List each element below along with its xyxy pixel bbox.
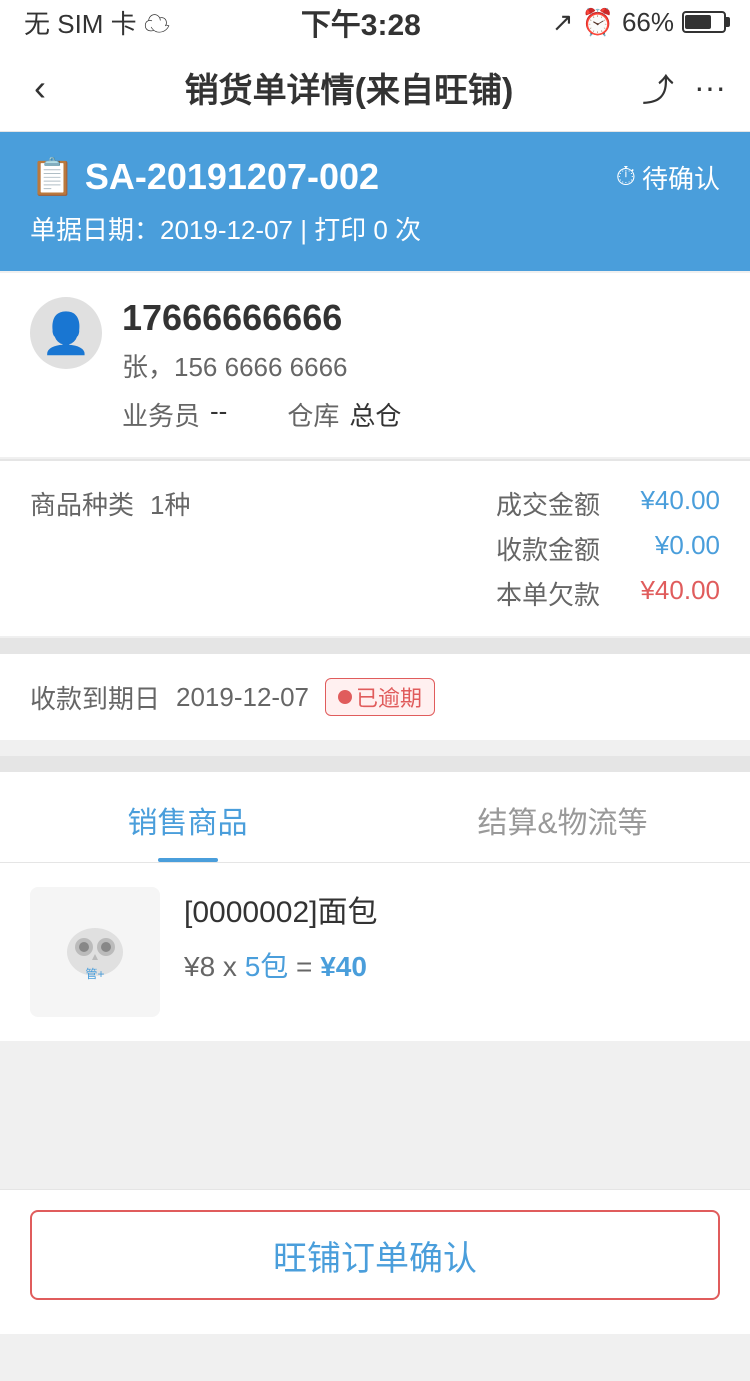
- product-section: 管+ [0000002]面包 ¥8 x 5包 = ¥40: [0, 863, 750, 1041]
- product-type-label: 商品种类: [30, 485, 134, 522]
- order-status: ⏱ 待确认: [616, 159, 720, 196]
- avatar-icon: 👤: [41, 310, 91, 357]
- amount-value-0: ¥40.00: [620, 485, 720, 522]
- product-name: [0000002]面包: [184, 887, 720, 931]
- clock-icon: ⏱: [616, 161, 636, 193]
- svg-text:管+: 管+: [85, 966, 104, 981]
- sales-rep-value: --: [210, 396, 227, 433]
- due-date-label: 收款到期日: [30, 679, 160, 716]
- page-title: 销货单详情(来自旺铺): [185, 63, 514, 112]
- product-type: 商品种类 1种: [30, 485, 190, 522]
- divider-2: [0, 638, 750, 654]
- product-thumb-svg: 管+: [55, 922, 135, 982]
- customer-info: 17666666666 张，156 6666 6666 业务员 -- 仓库 总仓: [122, 297, 720, 433]
- product-equals: =: [288, 951, 320, 982]
- avatar: 👤: [30, 297, 102, 369]
- customer-phone: 17666666666: [122, 297, 720, 339]
- overdue-dot-icon: [338, 690, 352, 704]
- due-date-value: 2019-12-07: [176, 682, 309, 713]
- product-thumbnail: 管+: [30, 887, 160, 1017]
- overdue-badge: 已逾期: [325, 678, 435, 716]
- amount-row-1: 收款金额 ¥0.00: [496, 530, 720, 567]
- bottom-area: 旺铺订单确认: [0, 1189, 750, 1334]
- overdue-text: 已逾期: [356, 681, 422, 713]
- battery-icon: [682, 11, 726, 33]
- product-info: [0000002]面包 ¥8 x 5包 = ¥40: [184, 887, 720, 985]
- order-date: 单据日期：2019-12-07 | 打印 0 次: [30, 210, 720, 247]
- battery-percent: 66%: [622, 7, 674, 38]
- amounts: 成交金额 ¥40.00 收款金额 ¥0.00 本单欠款 ¥40.00: [496, 485, 720, 612]
- status-bar-right: ↗ ⏰ 66%: [552, 7, 726, 38]
- product-type-value: 1种: [150, 485, 190, 522]
- customer-name: 张，156 6666 6666: [122, 347, 720, 384]
- warehouse-value: 总仓: [349, 396, 401, 433]
- back-button[interactable]: ‹: [24, 57, 56, 119]
- tab-settlement[interactable]: 结算&物流等: [375, 772, 750, 862]
- more-button[interactable]: ···: [694, 69, 726, 106]
- amount-row-2: 本单欠款 ¥40.00: [496, 575, 720, 612]
- sim-status: 无 SIM 卡 ☁: [24, 4, 170, 41]
- customer-section: 👤 17666666666 张，156 6666 6666 业务员 -- 仓库 …: [0, 273, 750, 457]
- nav-bar: ‹ 销货单详情(来自旺铺) ⤴ ···: [0, 44, 750, 132]
- product-price: ¥8 x 5包 = ¥40: [184, 945, 720, 985]
- warehouse-label: 仓库: [287, 396, 339, 433]
- nav-actions: ⤴ ···: [642, 65, 726, 111]
- divider-3: [0, 756, 750, 772]
- status-bar: 无 SIM 卡 ☁ 下午3:28 ↗ ⏰ 66%: [0, 0, 750, 44]
- confirm-order-button[interactable]: 旺铺订单确认: [30, 1210, 720, 1300]
- order-icon: 📋: [30, 156, 75, 198]
- product-total: ¥40: [320, 951, 367, 982]
- amount-value-2: ¥40.00: [620, 575, 720, 612]
- header-card: 📋 SA-20191207-002 ⏱ 待确认 单据日期：2019-12-07 …: [0, 132, 750, 271]
- customer-meta: 业务员 -- 仓库 总仓: [122, 396, 720, 433]
- amount-label-1: 收款金额: [496, 530, 600, 567]
- amount-label-2: 本单欠款: [496, 575, 600, 612]
- sales-rep: 业务员 --: [122, 396, 227, 433]
- amount-row-0: 成交金额 ¥40.00: [496, 485, 720, 522]
- tab-sales-products[interactable]: 销售商品: [0, 772, 375, 862]
- order-number: 📋 SA-20191207-002: [30, 156, 379, 198]
- tabs: 销售商品 结算&物流等: [0, 772, 750, 863]
- amount-label-0: 成交金额: [496, 485, 600, 522]
- product-unit-price: ¥8 x: [184, 951, 245, 982]
- alarm-icon: ⏰: [582, 7, 614, 38]
- summary-section: 商品种类 1种 成交金额 ¥40.00 收款金额 ¥0.00 本单欠款 ¥40.…: [0, 461, 750, 636]
- share-button[interactable]: ⤴: [642, 65, 674, 111]
- amount-value-1: ¥0.00: [620, 530, 720, 567]
- due-date-section: 收款到期日 2019-12-07 已逾期: [0, 654, 750, 740]
- sales-rep-label: 业务员: [122, 396, 200, 433]
- product-qty: 5包: [245, 951, 289, 982]
- header-card-top: 📋 SA-20191207-002 ⏱ 待确认: [30, 156, 720, 198]
- location-icon: ↗: [552, 7, 574, 38]
- warehouse: 仓库 总仓: [287, 396, 401, 433]
- status-bar-left: 无 SIM 卡 ☁: [24, 4, 170, 41]
- status-bar-time: 下午3:28: [301, 0, 421, 44]
